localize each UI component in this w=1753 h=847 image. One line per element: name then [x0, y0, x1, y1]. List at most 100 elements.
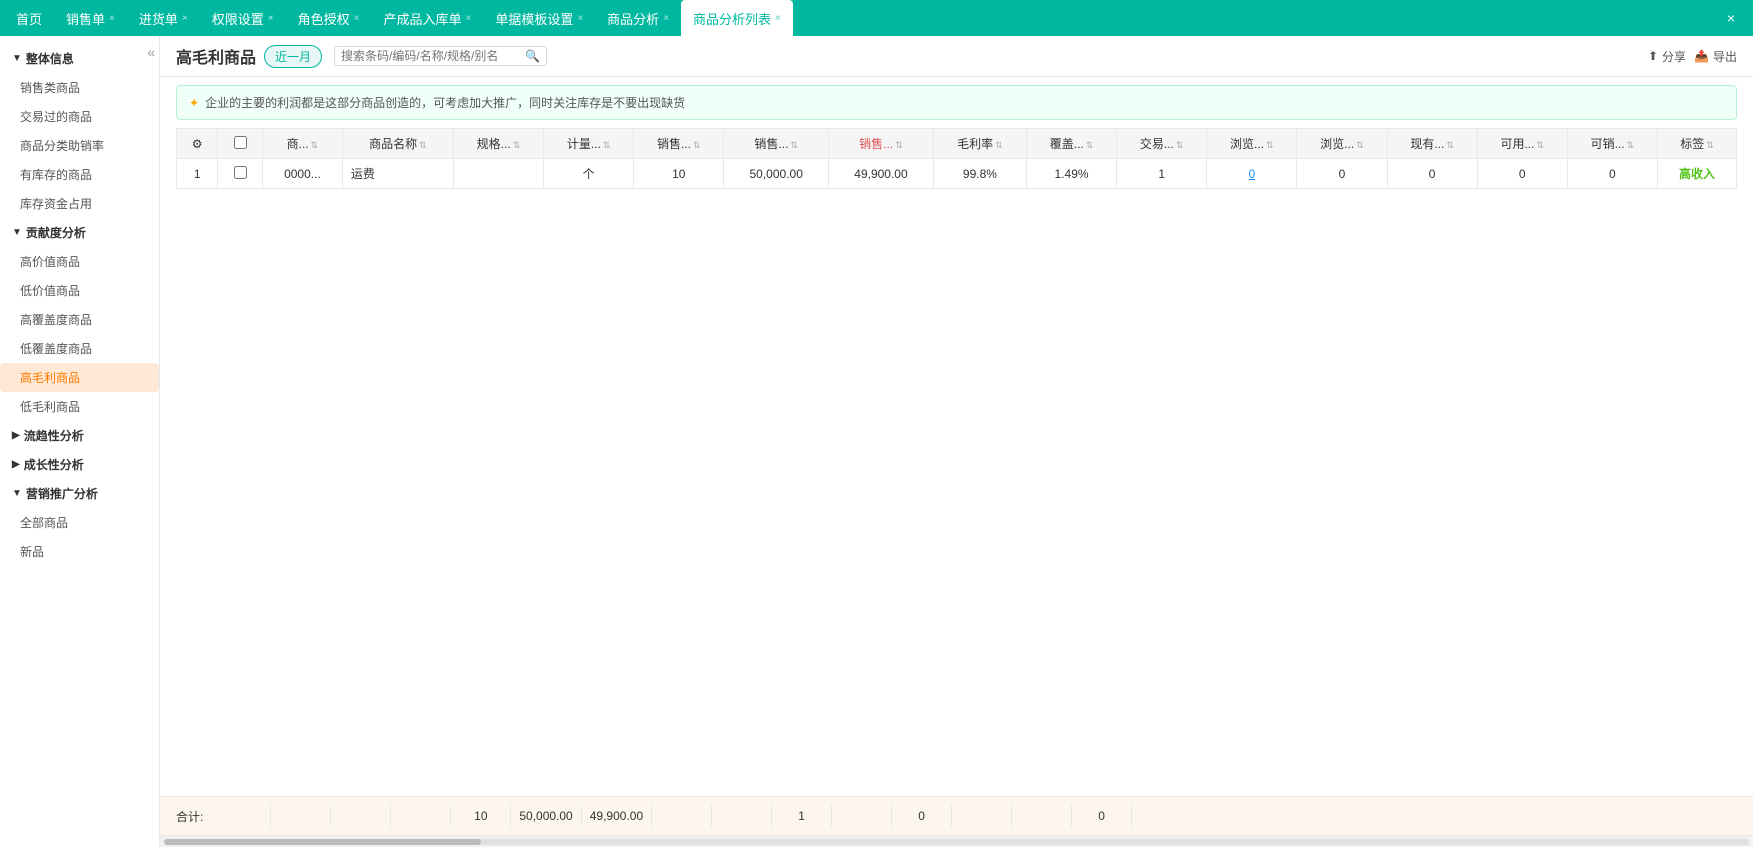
search-icon[interactable]: 🔍 [525, 49, 540, 63]
col-gross-rate[interactable]: 毛利率⇅ [933, 129, 1026, 159]
cell-gross-rate: 99.8% [933, 159, 1026, 189]
window-controls: × [1721, 8, 1749, 28]
arrow-down-icon-3: ▼ [12, 488, 22, 499]
search-box[interactable]: 🔍 [334, 46, 547, 66]
sidebar-item-low-value[interactable]: 低价值商品 [0, 276, 159, 305]
cell-coverage: 1.49% [1026, 159, 1116, 189]
cell-sales-profit: 49,900.00 [829, 159, 934, 189]
col-settings[interactable]: ⚙ [177, 129, 218, 159]
footer-sales-qty: 10 [451, 805, 511, 827]
cell-saleable: 0 [1567, 159, 1657, 189]
col-current-stock[interactable]: 现有...⇅ [1387, 129, 1477, 159]
col-spec[interactable]: 规格...⇅ [453, 129, 543, 159]
search-input[interactable] [341, 49, 521, 63]
sidebar-collapse-button[interactable]: « [147, 44, 155, 60]
sidebar-item-all-goods[interactable]: 全部商品 [0, 508, 159, 537]
col-browse1[interactable]: 浏览...⇅ [1207, 129, 1297, 159]
sidebar-item-traded-goods[interactable]: 交易过的商品 [0, 102, 159, 131]
row-checkbox[interactable] [234, 166, 247, 179]
table-container: ⚙ 商...⇅ 商品名称⇅ 规格...⇅ 计量...⇅ 销售...⇅ 销售...… [160, 128, 1753, 796]
footer-saleable: 0 [1072, 805, 1132, 827]
cell-browse1[interactable]: 0 [1207, 159, 1297, 189]
nav-close-sales[interactable]: × [109, 13, 115, 24]
select-all-checkbox[interactable] [234, 136, 247, 149]
scrollbar-thumb[interactable] [164, 839, 481, 845]
table-footer: 合计: 10 50,000.00 49,900.00 1 0 0 [160, 796, 1753, 835]
nav-close-template[interactable]: × [577, 13, 583, 24]
sidebar-group-overall[interactable]: ▼ 整体信息 [0, 44, 159, 73]
sort-icon-13: ⇅ [1446, 140, 1454, 150]
footer-cell-spacer3 [331, 805, 391, 827]
col-browse2[interactable]: 浏览...⇅ [1297, 129, 1387, 159]
sidebar-item-stock-goods[interactable]: 有库存的商品 [0, 160, 159, 189]
sidebar-item-low-coverage[interactable]: 低覆盖度商品 [0, 334, 159, 363]
col-checkbox[interactable] [218, 129, 263, 159]
table-row: 1 0000... 运费 个 10 50,000.00 49,900.00 99… [177, 159, 1737, 189]
cell-sales-amount: 50,000.00 [724, 159, 829, 189]
cell-checkbox[interactable] [218, 159, 263, 189]
footer-cell-spacer [211, 805, 271, 827]
nav-close-analysis[interactable]: × [663, 13, 669, 24]
nav-item-inbound[interactable]: 产成品入库单 × [371, 0, 483, 36]
scrollbar-track [164, 839, 1749, 845]
nav-item-permission[interactable]: 权限设置 × [200, 0, 286, 36]
nav-item-role[interactable]: 角色授权 × [286, 0, 372, 36]
footer-cell-spacer4 [391, 805, 451, 827]
cell-code: 0000... [262, 159, 342, 189]
export-button[interactable]: 📤 导出 [1694, 48, 1737, 65]
sidebar: « ▼ 整体信息 销售类商品 交易过的商品 商品分类助销率 有库存的商品 库存资… [0, 36, 160, 847]
nav-close-role[interactable]: × [354, 13, 360, 24]
arrow-down-icon: ▼ [12, 53, 22, 64]
main-layout: « ▼ 整体信息 销售类商品 交易过的商品 商品分类助销率 有库存的商品 库存资… [0, 36, 1753, 847]
col-unit[interactable]: 计量...⇅ [544, 129, 634, 159]
sort-icon-2: ⇅ [419, 140, 427, 150]
arrow-down-icon-2: ▼ [12, 227, 22, 238]
arrow-right-icon-2: ▶ [12, 459, 20, 470]
filter-recent-month-button[interactable]: 近一月 [264, 45, 322, 68]
nav-item-analysis[interactable]: 商品分析 × [595, 0, 681, 36]
sidebar-item-new-goods[interactable]: 新品 [0, 537, 159, 566]
nav-close-inbound[interactable]: × [465, 13, 471, 24]
sidebar-item-sales-goods[interactable]: 销售类商品 [0, 73, 159, 102]
header-actions: ⬆ 分享 📤 导出 [1648, 48, 1737, 65]
col-coverage[interactable]: 覆盖...⇅ [1026, 129, 1116, 159]
col-code[interactable]: 商...⇅ [262, 129, 342, 159]
sort-icon-15: ⇅ [1627, 140, 1635, 150]
share-button[interactable]: ⬆ 分享 [1648, 48, 1686, 65]
cell-sales-qty: 10 [634, 159, 724, 189]
nav-item-template[interactable]: 单据模板设置 × [483, 0, 595, 36]
nav-close-purchase[interactable]: × [182, 13, 188, 24]
nav-item-purchase[interactable]: 进货单 × [127, 0, 200, 36]
nav-item-analysis-list[interactable]: 商品分析列表 × [681, 0, 793, 36]
footer-spacer8 [952, 805, 1012, 827]
nav-item-home[interactable]: 首页 [4, 0, 54, 36]
sidebar-item-high-coverage[interactable]: 高覆盖度商品 [0, 305, 159, 334]
col-transaction[interactable]: 交易...⇅ [1117, 129, 1207, 159]
col-sales-amount[interactable]: 销售...⇅ [724, 129, 829, 159]
col-name[interactable]: 商品名称⇅ [342, 129, 453, 159]
col-sales-qty[interactable]: 销售...⇅ [634, 129, 724, 159]
sort-icon-5: ⇅ [693, 140, 701, 150]
footer-transaction: 1 [772, 805, 832, 827]
footer-spacer6 [712, 805, 772, 827]
col-available[interactable]: 可用...⇅ [1477, 129, 1567, 159]
sidebar-item-high-value[interactable]: 高价值商品 [0, 247, 159, 276]
sidebar-group-growth[interactable]: ▶ 成长性分析 [0, 450, 159, 479]
sidebar-item-stock-capital[interactable]: 库存资金占用 [0, 189, 159, 218]
sidebar-item-low-margin[interactable]: 低毛利商品 [0, 392, 159, 421]
col-tag[interactable]: 标签⇅ [1657, 129, 1736, 159]
footer-spacer7 [832, 805, 892, 827]
sidebar-item-category-rate[interactable]: 商品分类助销率 [0, 131, 159, 160]
sidebar-group-trend[interactable]: ▶ 流趋性分析 [0, 421, 159, 450]
horizontal-scrollbar[interactable] [160, 835, 1753, 847]
sidebar-group-contribution[interactable]: ▼ 贡献度分析 [0, 218, 159, 247]
col-saleable[interactable]: 可销...⇅ [1567, 129, 1657, 159]
sidebar-group-marketing[interactable]: ▼ 营销推广分析 [0, 479, 159, 508]
nav-item-sales[interactable]: 销售单 × [54, 0, 127, 36]
nav-close-permission[interactable]: × [268, 13, 274, 24]
nav-close-analysis-list[interactable]: × [775, 13, 781, 24]
col-sales-profit[interactable]: 销售...⇅ [829, 129, 934, 159]
share-icon: ⬆ [1648, 49, 1658, 63]
window-close-button[interactable]: × [1721, 8, 1741, 28]
sidebar-item-high-margin[interactable]: 高毛利商品 [0, 363, 159, 392]
